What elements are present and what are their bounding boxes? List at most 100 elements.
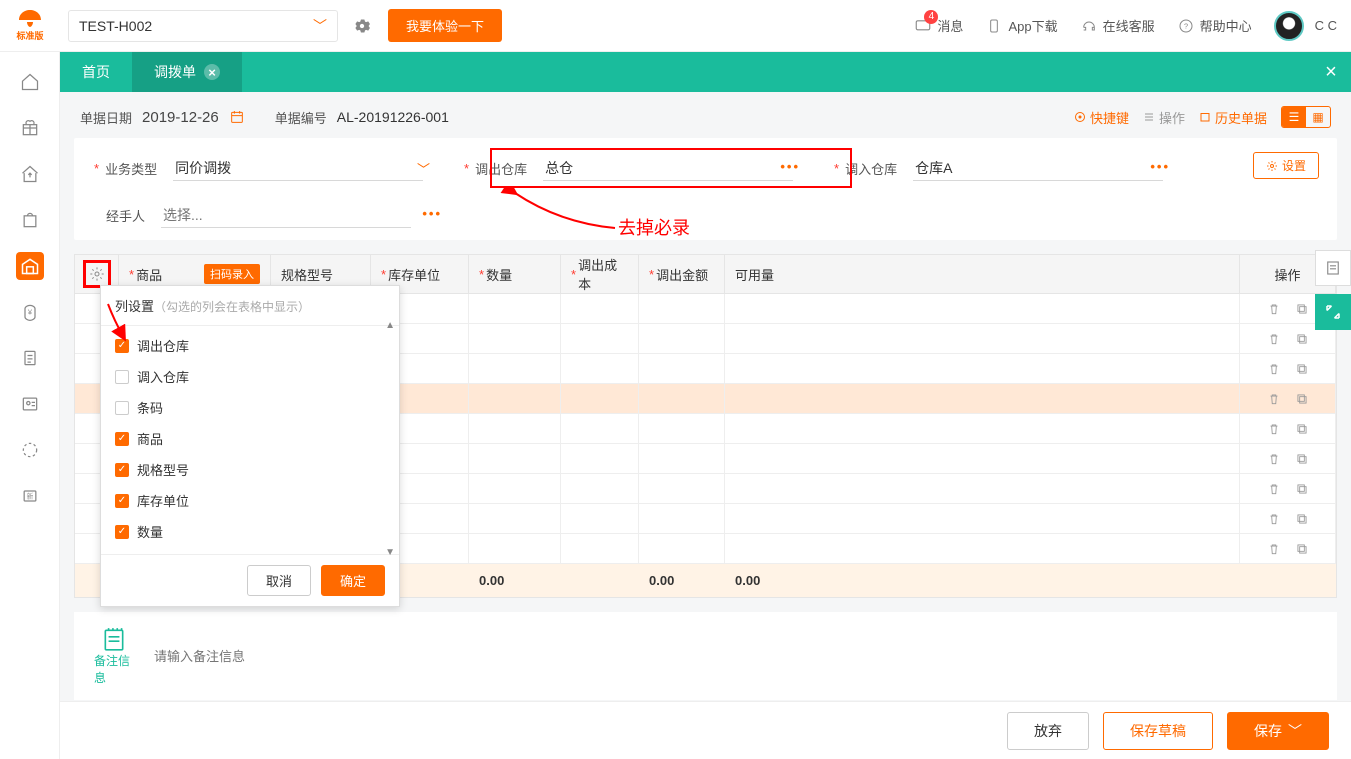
column-option[interactable]: 条码 [101, 392, 399, 423]
app-download-link[interactable]: App下载 [985, 16, 1057, 35]
popover-title: 列设置（勾选的列会在表格中显示） [101, 286, 399, 325]
discard-button[interactable]: 放弃 [1007, 712, 1089, 750]
checkbox-icon[interactable]: ✓ [115, 463, 129, 477]
side-loading-icon[interactable] [16, 436, 44, 464]
total-qty: 0.00 [469, 564, 561, 597]
copy-icon[interactable] [1295, 542, 1309, 556]
messages-link[interactable]: 4 消息 [914, 16, 963, 35]
delete-icon[interactable] [1267, 302, 1281, 316]
top-settings-icon[interactable] [348, 12, 376, 40]
side-warehouse-icon[interactable] [16, 252, 44, 280]
view-toggle[interactable]: ☰ ▦ [1281, 106, 1331, 128]
popover-list[interactable]: ✓调出仓库调入仓库条码✓商品✓规格型号✓库存单位✓数量单位2 [101, 325, 399, 555]
copy-icon[interactable] [1295, 332, 1309, 346]
out-warehouse-input[interactable] [543, 156, 793, 181]
copy-icon[interactable] [1295, 392, 1309, 406]
in-warehouse-input[interactable] [913, 156, 1163, 181]
delete-icon[interactable] [1267, 362, 1281, 376]
chevron-down-icon: ﹀ [313, 16, 327, 36]
tab-transfer[interactable]: 调拨单 × [132, 52, 242, 92]
side-money-icon[interactable]: ¥ [16, 298, 44, 326]
help-link[interactable]: ? 帮助中心 [1177, 16, 1252, 35]
scroll-up-icon[interactable]: ▲ [385, 320, 395, 331]
delete-icon[interactable] [1267, 332, 1281, 346]
biz-type-input[interactable] [173, 156, 423, 181]
document-header: 单据日期 2019-12-26 单据编号 AL-20191226-001 快捷键… [60, 106, 1351, 138]
tabs-close-all[interactable]: × [1311, 52, 1351, 92]
copy-icon[interactable] [1295, 302, 1309, 316]
side-up-icon[interactable] [16, 160, 44, 188]
grid-view-icon[interactable]: ▦ [1306, 107, 1330, 127]
delete-icon[interactable] [1267, 392, 1281, 406]
checkbox-icon[interactable]: ✓ [115, 494, 129, 508]
list-view-icon[interactable]: ☰ [1282, 107, 1306, 127]
side-clipboard-icon[interactable] [16, 344, 44, 372]
checkbox-icon[interactable]: ✓ [115, 432, 129, 446]
side-home-icon[interactable] [16, 68, 44, 96]
more-icon[interactable]: ••• [1150, 159, 1170, 174]
scroll-down-icon[interactable]: ▼ [385, 547, 395, 558]
date-value[interactable]: 2019-12-26 [142, 109, 219, 126]
copy-icon[interactable] [1295, 422, 1309, 436]
in-warehouse-label: 调入仓库 [845, 159, 897, 178]
side-new-icon[interactable]: 新 [16, 482, 44, 510]
svg-text:¥: ¥ [27, 308, 32, 317]
checkbox-icon[interactable]: ✓ [115, 525, 129, 539]
user-menu[interactable]: C C [1274, 11, 1337, 41]
total-amount: 0.00 [639, 564, 725, 597]
close-icon[interactable]: × [204, 64, 220, 80]
column-option[interactable]: 单位2 [101, 547, 399, 555]
column-option[interactable]: ✓库存单位 [101, 485, 399, 516]
footer-bar: 放弃 保存草稿 保存 ﹀ [60, 701, 1351, 759]
handler-input[interactable] [161, 203, 411, 228]
side-gift-icon[interactable] [16, 114, 44, 142]
more-icon[interactable]: ••• [422, 206, 442, 221]
delete-icon[interactable] [1267, 542, 1281, 556]
column-option[interactable]: ✓商品 [101, 423, 399, 454]
help-icon: ? [1177, 17, 1195, 35]
copy-icon[interactable] [1295, 362, 1309, 376]
chevron-down-icon[interactable]: ﹀ [417, 159, 430, 178]
save-button[interactable]: 保存 ﹀ [1227, 712, 1329, 750]
row-actions [1240, 354, 1336, 383]
checkbox-icon[interactable]: ✓ [115, 339, 129, 353]
column-option[interactable]: ✓调出仓库 [101, 330, 399, 361]
copy-icon[interactable] [1295, 482, 1309, 496]
date-label: 单据日期 [80, 108, 132, 127]
topbar: 标准版 TEST-H002 ﹀ 我要体验一下 4 消息 App下载 在线客服 [0, 0, 1351, 52]
column-option[interactable]: ✓数量 [101, 516, 399, 547]
remark-icon: 备注信息 [94, 626, 134, 686]
side-bag-icon[interactable] [16, 206, 44, 234]
phone-icon [985, 17, 1003, 35]
checkbox-icon[interactable] [115, 370, 129, 384]
note-floater[interactable] [1315, 250, 1351, 286]
column-option[interactable]: ✓规格型号 [101, 454, 399, 485]
org-select[interactable]: TEST-H002 ﹀ [68, 10, 338, 42]
tab-home[interactable]: 首页 [60, 52, 132, 92]
ok-button[interactable]: 确定 [321, 565, 385, 596]
support-link[interactable]: 在线客服 [1080, 16, 1155, 35]
cancel-button[interactable]: 取消 [247, 565, 311, 596]
side-contact-icon[interactable] [16, 390, 44, 418]
copy-icon[interactable] [1295, 512, 1309, 526]
column-option[interactable]: 调入仓库 [101, 361, 399, 392]
form-settings-button[interactable]: 设置 [1253, 152, 1319, 179]
checkbox-icon[interactable] [115, 401, 129, 415]
copy-icon[interactable] [1295, 452, 1309, 466]
delete-icon[interactable] [1267, 512, 1281, 526]
remark-input[interactable] [154, 649, 1317, 664]
save-draft-button[interactable]: 保存草稿 [1103, 712, 1213, 750]
delete-icon[interactable] [1267, 452, 1281, 466]
svg-text:新: 新 [26, 492, 33, 501]
shortcut-link[interactable]: 快捷键 [1074, 108, 1129, 127]
expand-floater[interactable] [1315, 294, 1351, 330]
history-link[interactable]: 历史单据 [1199, 108, 1267, 127]
delete-icon[interactable] [1267, 422, 1281, 436]
delete-icon[interactable] [1267, 482, 1281, 496]
operate-link[interactable]: 操作 [1143, 108, 1185, 127]
trial-button[interactable]: 我要体验一下 [388, 9, 502, 42]
more-icon[interactable]: ••• [780, 159, 800, 174]
calendar-icon[interactable] [229, 109, 245, 125]
gear-icon [83, 260, 111, 288]
scan-badge[interactable]: 扫码录入 [204, 264, 260, 284]
